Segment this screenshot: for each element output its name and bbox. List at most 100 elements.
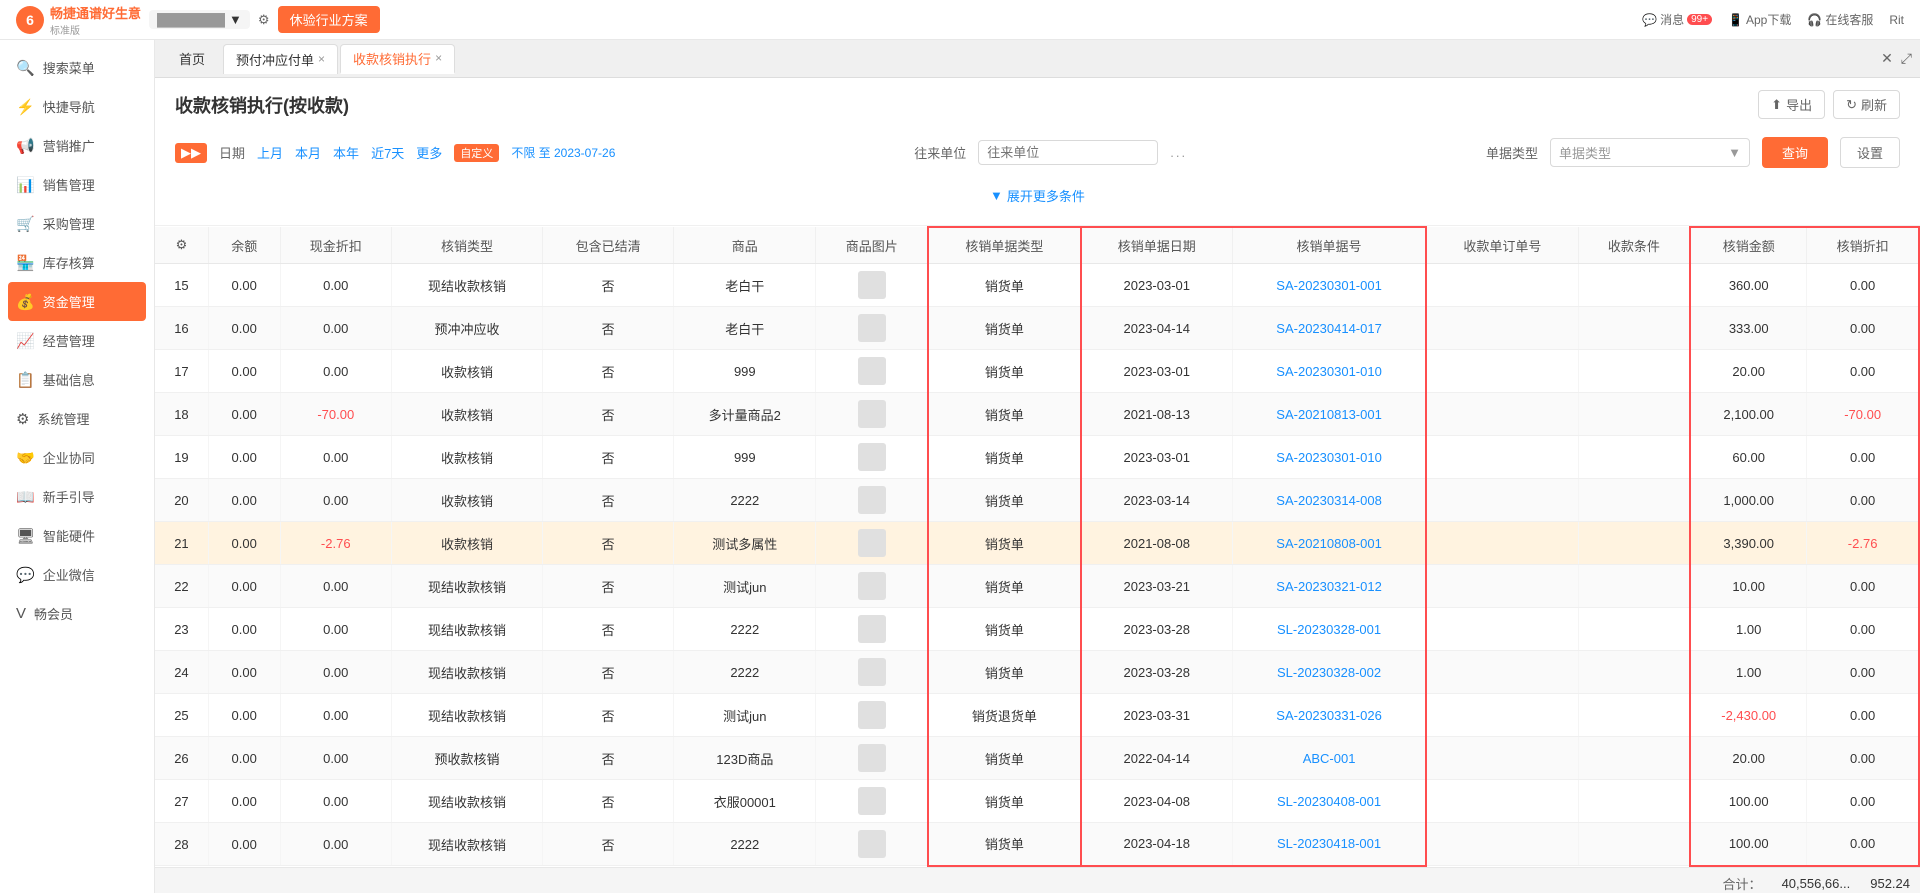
cell-hexiao-no[interactable]: SA-20230331-026 [1232,694,1426,737]
sidebar-item-label: 资金管理 [43,292,95,311]
cell-shoukuan-order [1426,780,1578,823]
from-unit-input[interactable] [978,140,1158,165]
cell-hexiao-no[interactable]: SA-20230321-012 [1232,565,1426,608]
col-hexiao-type: 核销类型 [391,227,542,264]
cell-xianjin: 0.00 [280,651,391,694]
sidebar-item-inventory[interactable]: 🏪 库存核算 [0,243,154,282]
cell-hexiao-discount: 0.00 [1807,307,1919,350]
hexiao-no-link[interactable]: SL-20230418-001 [1277,836,1381,851]
cell-hexiao-no[interactable]: SA-20210808-001 [1232,522,1426,565]
cell-hexiao-amount: 100.00 [1690,780,1807,823]
cell-id: 27 [155,780,208,823]
cell-hexiao-no[interactable]: SL-20230328-001 [1232,608,1426,651]
cell-hexiao-no[interactable]: SA-20230301-010 [1232,350,1426,393]
gear-icon[interactable]: ⚙ [176,237,188,252]
sidebar-item-finance[interactable]: 💰 资金管理 [8,282,146,321]
tab-prepay[interactable]: 预付冲应付单 × [223,44,338,74]
sidebar-item-sales[interactable]: 📊 销售管理 [0,165,154,204]
sidebar-item-guide[interactable]: 📖 新手引导 [0,477,154,516]
more-link[interactable]: 更多 [416,143,442,162]
cell-hexiao-date: 2023-03-28 [1081,608,1233,651]
cell-xianjin: 0.00 [280,737,391,780]
sidebar-item-collab[interactable]: 🤝 企业协同 [0,438,154,477]
sidebar-item-label: 智能硬件 [43,526,95,545]
cell-yue: 0.00 [208,522,280,565]
cell-hexiao-no[interactable]: SA-20230301-001 [1232,264,1426,307]
cell-hexiao-no[interactable]: SA-20230314-008 [1232,479,1426,522]
cell-shoukuan-order [1426,393,1578,436]
user-menu[interactable]: Rit [1889,13,1904,27]
sidebar-item-operation[interactable]: 📈 经营管理 [0,321,154,360]
industry-btn[interactable]: 休验行业方案 [278,6,380,33]
filter-toggle-btn[interactable]: ▶▶ [175,143,207,163]
last7-link[interactable]: 近7天 [371,143,404,162]
online-service-btn[interactable]: 🎧 在线客服 [1807,11,1873,28]
tab-home[interactable]: 首页 [163,41,221,76]
tab-hexiao[interactable]: 收款核销执行 × [340,44,455,74]
hexiao-no-link[interactable]: SA-20230301-001 [1276,278,1382,293]
cell-hexiao-amount: 333.00 [1690,307,1807,350]
filter-settings-btn[interactable]: 设置 [1840,137,1900,168]
cell-hexiao-no[interactable]: ABC-001 [1232,737,1426,780]
hexiao-no-link[interactable]: ABC-001 [1303,751,1356,766]
export-btn[interactable]: ⬆ 导出 [1758,90,1825,119]
table-footer: 合计： 40,556,66... 952.24 [155,867,1920,893]
hexiao-no-link[interactable]: SA-20210808-001 [1276,536,1382,551]
cell-hexiao-no[interactable]: SL-20230408-001 [1232,780,1426,823]
expand-btn[interactable]: ▼ 展开更多条件 [990,186,1085,205]
sidebar-item-wechat[interactable]: 💬 企业微信 [0,555,154,594]
cell-hexiao-no[interactable]: SL-20230418-001 [1232,823,1426,866]
sidebar-item-marketing[interactable]: 📢 营销推广 [0,126,154,165]
cell-hexiao-no[interactable]: SA-20230414-017 [1232,307,1426,350]
sidebar-item-hardware[interactable]: 🖥 智能硬件 [0,516,154,555]
export-label: 导出 [1786,95,1812,114]
sidebar-item-member[interactable]: V 畅会员 [0,594,154,633]
refresh-btn[interactable]: ↻ 刷新 [1833,90,1900,119]
maximize-window-icon[interactable]: ⤢ [1901,50,1912,67]
hexiao-no-link[interactable]: SL-20230328-001 [1277,622,1381,637]
hexiao-no-link[interactable]: SA-20230301-010 [1276,450,1382,465]
this-month-link[interactable]: 本月 [295,143,321,162]
message-btn[interactable]: 💬 消息 99+ [1642,11,1712,28]
custom-tag[interactable]: 自定义 [454,144,499,162]
cell-id: 21 [155,522,208,565]
cell-hexiao-type: 预收款核销 [391,737,542,780]
cell-id: 25 [155,694,208,737]
hexiao-no-link[interactable]: SA-20210813-001 [1276,407,1382,422]
hexiao-no-link[interactable]: SA-20230321-012 [1276,579,1382,594]
cell-hexiao-bill-type: 销货单 [928,608,1081,651]
hexiao-no-link[interactable]: SL-20230408-001 [1277,794,1381,809]
cell-hexiao-no[interactable]: SL-20230328-002 [1232,651,1426,694]
hexiao-no-link[interactable]: SL-20230328-002 [1277,665,1381,680]
cell-shoukuan-tiaojian [1578,651,1690,694]
tab-hexiao-close[interactable]: × [435,51,442,65]
cell-id: 18 [155,393,208,436]
hexiao-no-link[interactable]: SA-20230414-017 [1276,321,1382,336]
hexiao-no-link[interactable]: SA-20230314-008 [1276,493,1382,508]
sidebar-item-purchase[interactable]: 🛒 采购管理 [0,204,154,243]
app-download-btn[interactable]: 📱 App下载 [1728,11,1791,28]
company-selector[interactable]: ████████ ▼ [149,10,250,29]
sidebar-item-nav[interactable]: ⚡ 快捷导航 [0,87,154,126]
tab-prepay-close[interactable]: × [318,52,325,66]
cell-hexiao-no[interactable]: SA-20210813-001 [1232,393,1426,436]
cell-hexiao-bill-type: 销货单 [928,393,1081,436]
settings-icon[interactable]: ⚙ [258,12,270,28]
cell-shoukuan-order [1426,479,1578,522]
sidebar-item-basic-info[interactable]: 📋 基础信息 [0,360,154,399]
hexiao-no-link[interactable]: SA-20230301-010 [1276,364,1382,379]
cell-hexiao-no[interactable]: SA-20230301-010 [1232,436,1426,479]
sidebar-item-search[interactable]: 🔍 搜索菜单 [0,48,154,87]
bill-type-select[interactable]: 单据类型 ▼ [1550,138,1750,167]
close-window-icon[interactable]: ✕ [1881,50,1893,67]
cell-xianjin: 0.00 [280,565,391,608]
this-year-link[interactable]: 本年 [333,143,359,162]
hexiao-no-link[interactable]: SA-20230331-026 [1276,708,1382,723]
col-xianjin: 现金折扣 [280,227,391,264]
sidebar-item-system[interactable]: ⚙ 系统管理 [0,399,154,438]
cell-shangpin: 多计量商品2 [674,393,816,436]
query-btn[interactable]: 查询 [1762,137,1828,168]
table-body: 15 0.00 0.00 现结收款核销 否 老白干 销货单 2023-03-01… [155,264,1919,866]
cell-hexiao-amount: 360.00 [1690,264,1807,307]
last-month-link[interactable]: 上月 [257,143,283,162]
